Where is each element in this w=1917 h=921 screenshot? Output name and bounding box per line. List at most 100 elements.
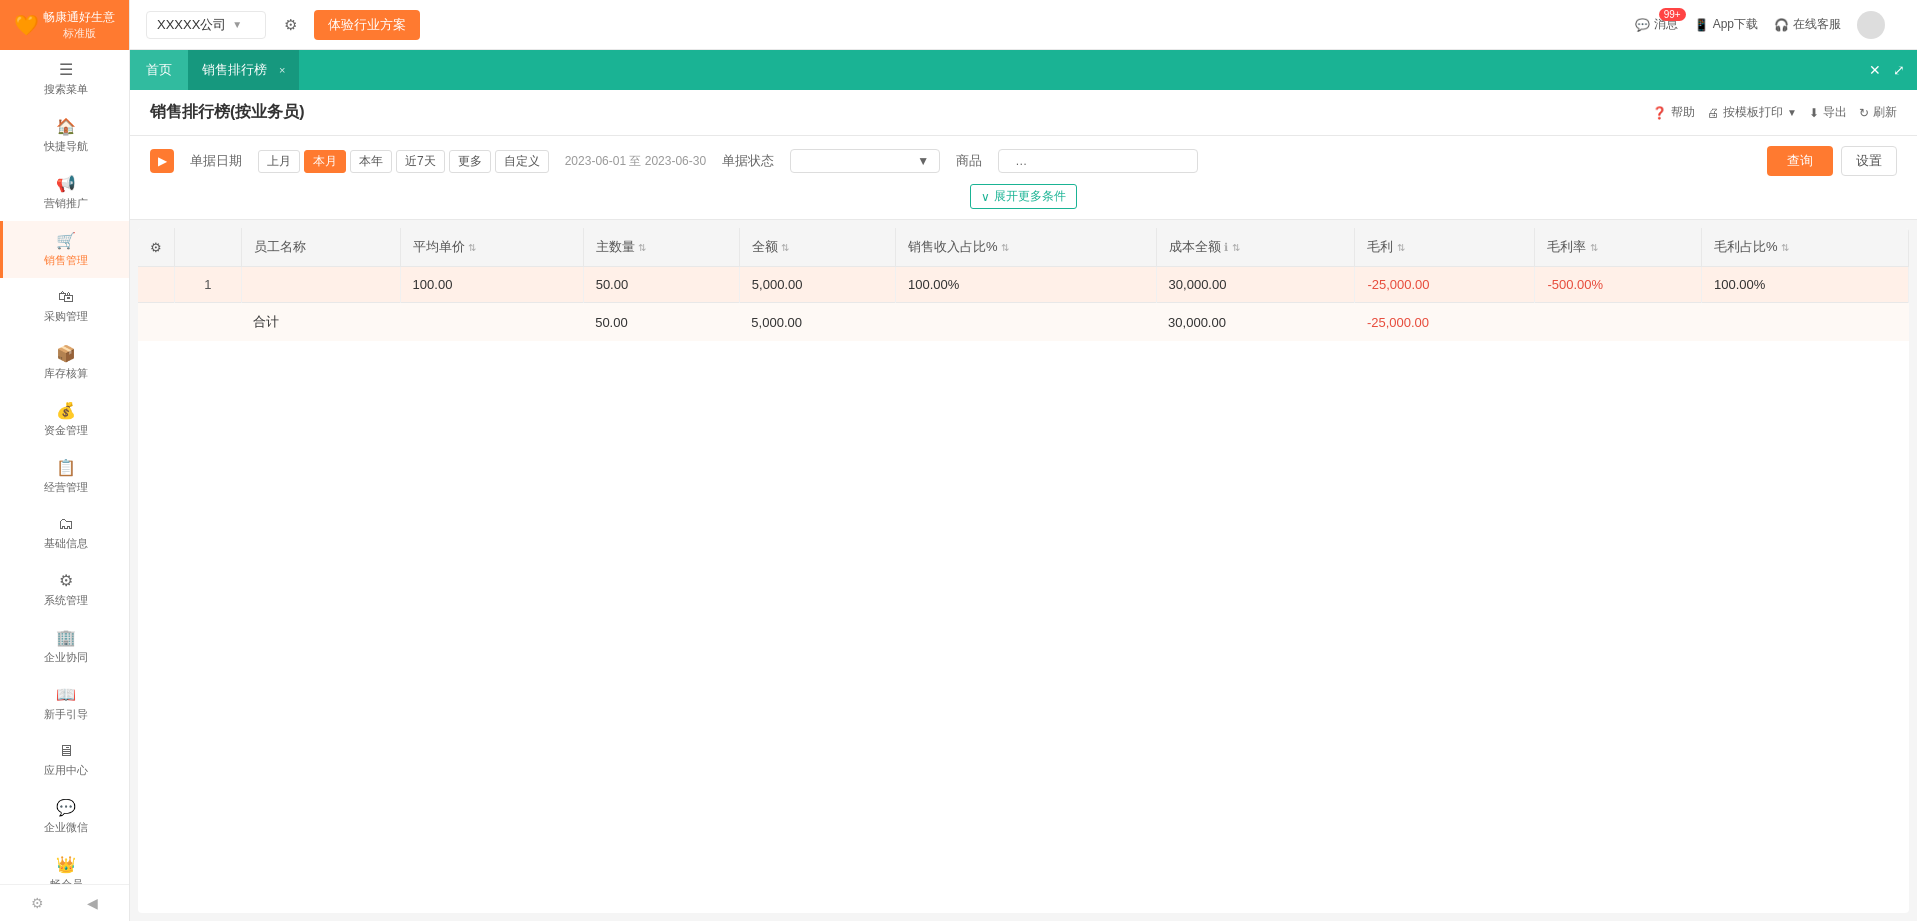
- date-range-display: 2023-06-01 至 2023-06-30: [565, 153, 706, 170]
- tab-expand-icon[interactable]: ⤢: [1893, 62, 1905, 78]
- query-button[interactable]: 查询: [1767, 146, 1833, 176]
- sidebar-item-guide[interactable]: 📖 新手引导: [0, 675, 129, 732]
- sidebar-item-system[interactable]: ⚙ 系统管理: [0, 561, 129, 618]
- date-btn-last-month[interactable]: 上月: [258, 150, 300, 173]
- sidebar-label-ops: 经营管理: [44, 480, 88, 495]
- sidebar-label-enterprise: 企业协同: [44, 650, 88, 665]
- date-btn-more[interactable]: 更多: [449, 150, 491, 173]
- tab-home[interactable]: 首页: [130, 50, 188, 90]
- tab-bar: 首页 销售排行榜 × ✕ ⤢: [130, 50, 1917, 90]
- sort-grosspct-icon[interactable]: ⇅: [1781, 242, 1789, 253]
- cell-grosspct: 100.00%: [1702, 267, 1909, 303]
- sidebar-label-system: 系统管理: [44, 593, 88, 608]
- apps-icon: 🖥: [58, 742, 74, 760]
- sort-gross-icon[interactable]: ⇅: [1397, 242, 1405, 253]
- trial-button[interactable]: 体验行业方案: [314, 10, 420, 40]
- col-grossrate-header[interactable]: 毛利率 ⇅: [1535, 228, 1702, 267]
- export-button[interactable]: ⬇ 导出: [1809, 104, 1847, 121]
- sidebar: 🧡 畅康通好生意 标准版 ☰ 搜索菜单 🏠 快捷导航 📢 营销推广 🛒 销售管理…: [0, 0, 130, 921]
- user-avatar[interactable]: [1857, 11, 1885, 39]
- sidebar-settings-icon[interactable]: ⚙: [31, 895, 44, 911]
- col-cost-header[interactable]: 成本全额 ℹ ⇅: [1156, 228, 1355, 267]
- sidebar-item-apps[interactable]: 🖥 应用中心: [0, 732, 129, 788]
- sort-qty-icon[interactable]: ⇅: [638, 242, 646, 253]
- sidebar-item-basic[interactable]: 🗂 基础信息: [0, 505, 129, 561]
- cell-salespct: 100.00%: [896, 267, 1157, 303]
- goods-filter-dots: …: [1015, 154, 1027, 168]
- date-btn-this-year[interactable]: 本年: [350, 150, 392, 173]
- date-btn-7days[interactable]: 近7天: [396, 150, 445, 173]
- date-label: 单据日期: [190, 152, 242, 170]
- tab-label-sales-ranking: 销售排行榜: [202, 61, 267, 79]
- finance-icon: 💰: [56, 401, 76, 420]
- print-icon: 🖨: [1707, 106, 1719, 120]
- status-select[interactable]: ▼: [790, 149, 940, 173]
- sort-cost-icon[interactable]: ⇅: [1232, 242, 1240, 253]
- date-btn-custom[interactable]: 自定义: [495, 150, 549, 173]
- member-icon: 👑: [56, 855, 76, 874]
- sidebar-label-wechat: 企业微信: [44, 820, 88, 835]
- sidebar-item-ops[interactable]: 📋 经营管理: [0, 448, 129, 505]
- col-avgprice-header[interactable]: 平均单价 ⇅: [400, 228, 583, 267]
- col-name-header: 员工名称: [241, 228, 400, 267]
- sidebar-label-quicknav: 快捷导航: [44, 139, 88, 154]
- footer-amount: 5,000.00: [739, 303, 895, 342]
- refresh-button[interactable]: ↻ 刷新: [1859, 104, 1897, 121]
- sidebar-item-purchase[interactable]: 🛍 采购管理: [0, 278, 129, 334]
- sidebar-item-inventory[interactable]: 📦 库存核算: [0, 334, 129, 391]
- date-buttons: 上月 本月 本年 近7天 更多 自定义: [258, 150, 549, 173]
- message-button[interactable]: 💬 消息 99+: [1635, 16, 1678, 33]
- page-header: 销售排行榜(按业务员) ❓ 帮助 🖨 按模板打印 ▼ ⬇ 导出 ↻ 刷新: [130, 90, 1917, 136]
- app-download-button[interactable]: 📱 App下载: [1694, 16, 1758, 33]
- help-button[interactable]: ❓ 帮助: [1652, 104, 1695, 121]
- sidebar-collapse-icon[interactable]: ◀: [87, 895, 98, 911]
- sidebar-item-quicknav[interactable]: 🏠 快捷导航: [0, 107, 129, 164]
- filter-toggle-icon[interactable]: ▶: [150, 149, 174, 173]
- table-scroll[interactable]: ⚙ 员工名称 平均单价 ⇅ 主数量 ⇅ 全额 ⇅ 销售收入占比% ⇅ 成本全额 …: [138, 228, 1909, 913]
- online-service-button[interactable]: 🎧 在线客服: [1774, 16, 1841, 33]
- sidebar-item-search[interactable]: ☰ 搜索菜单: [0, 50, 129, 107]
- company-select[interactable]: XXXXX公司 ▼: [146, 11, 266, 39]
- col-salespct-header[interactable]: 销售收入占比% ⇅: [896, 228, 1157, 267]
- filter-settings-button[interactable]: 设置: [1841, 146, 1897, 176]
- guide-icon: 📖: [56, 685, 76, 704]
- refresh-icon: ↻: [1859, 106, 1869, 120]
- print-button[interactable]: 🖨 按模板打印 ▼: [1707, 104, 1797, 121]
- sidebar-item-wechat[interactable]: 💬 企业微信: [0, 788, 129, 845]
- col-gross-header[interactable]: 毛利 ⇅: [1355, 228, 1535, 267]
- expand-conditions-button[interactable]: ∨ 展开更多条件: [970, 184, 1077, 209]
- sidebar-item-finance[interactable]: 💰 资金管理: [0, 391, 129, 448]
- page-actions: ❓ 帮助 🖨 按模板打印 ▼ ⬇ 导出 ↻ 刷新: [1652, 104, 1897, 121]
- date-btn-this-month[interactable]: 本月: [304, 150, 346, 173]
- sort-grossrate-icon[interactable]: ⇅: [1590, 242, 1598, 253]
- settings-gear-button[interactable]: ⚙: [276, 11, 304, 39]
- sidebar-navigation: ☰ 搜索菜单 🏠 快捷导航 📢 营销推广 🛒 销售管理 🛍 采购管理 📦 库存核…: [0, 50, 129, 884]
- sidebar-item-sales[interactable]: 🛒 销售管理: [0, 221, 129, 278]
- sidebar-label-finance: 资金管理: [44, 423, 88, 438]
- sidebar-label-sales: 销售管理: [44, 253, 88, 268]
- cell-qty: 50.00: [583, 267, 739, 303]
- tab-close-icon[interactable]: ×: [279, 64, 285, 76]
- filter-expand-row: ∨ 展开更多条件: [150, 184, 1897, 209]
- col-settings-header[interactable]: ⚙: [138, 228, 175, 267]
- col-amount-header[interactable]: 全额 ⇅: [739, 228, 895, 267]
- col-grosspct-header[interactable]: 毛利占比% ⇅: [1702, 228, 1909, 267]
- sort-avgprice-icon[interactable]: ⇅: [468, 242, 476, 253]
- sidebar-item-member[interactable]: 👑 畅会员: [0, 845, 129, 884]
- tab-close-all-icon[interactable]: ✕: [1869, 62, 1881, 78]
- cell-name: [241, 267, 400, 303]
- ops-icon: 📋: [56, 458, 76, 477]
- export-icon: ⬇: [1809, 106, 1819, 120]
- cell-amount: 5,000.00: [739, 267, 895, 303]
- col-qty-header[interactable]: 主数量 ⇅: [583, 228, 739, 267]
- main-content: XXXXX公司 ▼ ⚙ 体验行业方案 💬 消息 99+ 📱 App下载 🎧 在线…: [130, 0, 1917, 921]
- goods-filter[interactable]: …: [998, 149, 1198, 173]
- tab-sales-ranking[interactable]: 销售排行榜 ×: [188, 50, 299, 90]
- sidebar-item-enterprise[interactable]: 🏢 企业协同: [0, 618, 129, 675]
- sort-amount-icon[interactable]: ⇅: [781, 242, 789, 253]
- filter-row-1: ▶ 单据日期 上月 本月 本年 近7天 更多 自定义 2023-06-01 至 …: [150, 146, 1897, 176]
- sidebar-item-marketing[interactable]: 📢 营销推广: [0, 164, 129, 221]
- info-cost-icon[interactable]: ℹ: [1224, 241, 1228, 253]
- sort-salespct-icon[interactable]: ⇅: [1001, 242, 1009, 253]
- footer-total-label: 合计: [241, 303, 400, 342]
